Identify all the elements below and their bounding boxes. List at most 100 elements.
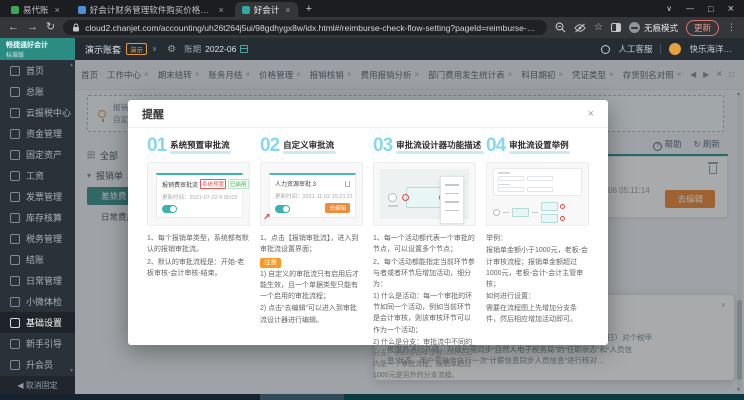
period-picker[interactable]: 账期 2022-06: [184, 43, 248, 55]
note-tag: 注意: [260, 258, 281, 268]
mock-activity-node: [406, 187, 443, 208]
step-text: 举例：: [486, 233, 589, 244]
reload-button[interactable]: ↻: [46, 22, 55, 33]
sidebar-item[interactable]: 日常管理: [0, 270, 75, 291]
sidebar-item[interactable]: 新手引导: [0, 333, 75, 354]
scroll-up-icon[interactable]: ▲: [69, 62, 74, 68]
browser-tab[interactable]: 好会计 ×: [235, 2, 298, 17]
bottom-taskbar-strip: [0, 394, 744, 400]
sidebar-item-icon: [10, 150, 20, 160]
sidebar-item-label: 日常管理: [26, 274, 62, 287]
sidebar-item[interactable]: 固定资产: [0, 144, 75, 165]
avatar[interactable]: [669, 43, 681, 55]
tab-favicon-icon: [78, 6, 86, 14]
sidebar-item-icon: [10, 129, 20, 139]
window-minimize-button[interactable]: —: [686, 4, 694, 13]
sidebar-item[interactable]: 资金管理: [0, 123, 75, 144]
chevron-down-icon: ∨: [152, 45, 157, 53]
modal-title: 提醒: [142, 106, 164, 122]
tab-label: 好会计财务管理软件购买价格页…: [90, 4, 213, 16]
step1-preview-image: 报销费审批流 系统预置 已启用 更新时间：2021-07-22 9:00:02: [147, 162, 250, 226]
tab-menu-icon[interactable]: ∨: [666, 4, 672, 13]
sidebar-item[interactable]: 税务管理: [0, 228, 75, 249]
sidebar-item[interactable]: 工资: [0, 165, 75, 186]
step-number: 04: [486, 138, 505, 154]
sidebar-item-label: 工资: [26, 169, 44, 182]
content: 首页 工作中心 × 期末结转 × 账务月结: [75, 60, 744, 394]
url-text: cloud2.chanjet.com/accounting/uh26t264j5…: [85, 23, 538, 33]
step-title: 系统预置审批流: [170, 139, 230, 154]
update-button[interactable]: 更新: [686, 20, 719, 36]
tab-close-icon[interactable]: ×: [283, 5, 290, 15]
side-panel-icon[interactable]: [611, 23, 621, 32]
zoom-out-icon[interactable]: [555, 22, 566, 33]
period-value: 2022-06: [205, 44, 236, 54]
mock-trash-icon: [345, 181, 350, 187]
sidebar-item-icon: [10, 339, 20, 349]
sidebar-item-label: 库存核算: [26, 211, 62, 224]
sidebar-item[interactable]: 升会员: [0, 354, 75, 375]
step2-preview-image: 人力资源审批 3 更新时间：2021-11-02 15:21:21 去编辑 ↗: [260, 162, 363, 226]
unpin-sidebar-button[interactable]: ◀ 取消固定: [0, 376, 75, 394]
mock-toggle: [275, 205, 290, 213]
step-text: 2、默认的审批流程是：开始-老板审核-会计审核-结束。: [147, 257, 250, 279]
step-text: 2) 什么是分支：审批流中不同的分支，例如报销单金额1000元以内是一个审批流程…: [373, 337, 476, 382]
account-tag: 演示: [126, 43, 147, 55]
sidebar-item-icon: [10, 318, 20, 328]
sidebar-item-icon: [10, 297, 20, 307]
sidebar-item[interactable]: 发票管理: [0, 186, 75, 207]
step-text: 2、每个活动都能指定当前环节参与者或者环节后增加活动，细分为：: [373, 257, 476, 291]
sidebar-item[interactable]: 基础设置: [0, 312, 75, 333]
browser-tab[interactable]: 易代账 ×: [4, 2, 67, 17]
sidebar-item-icon: [10, 87, 20, 97]
calendar-icon: [240, 45, 248, 53]
screen: 易代账 × 好会计财务管理软件购买价格页… × 好会计 × + ∨ —: [0, 0, 744, 400]
step-4: 04 审批流设置举例: [486, 138, 589, 383]
browser-toolbar: ← → ↻ cloud2.chanjet.com/accounting/uh26…: [0, 17, 744, 38]
period-label: 账期: [184, 43, 201, 55]
app-logo-title: 畅捷通好会计: [6, 40, 75, 50]
mock-flow-name: 人力资源审批 3: [275, 179, 316, 188]
browser-menu-icon[interactable]: ⋮: [727, 22, 736, 33]
address-bar[interactable]: cloud2.chanjet.com/accounting/uh26t264j5…: [63, 20, 547, 35]
window-restore-button[interactable]: □: [708, 4, 713, 14]
sidebar-item[interactable]: 结账: [0, 249, 75, 270]
sidebar-item-label: 云报税中心: [26, 106, 71, 119]
settings-gear-icon[interactable]: ⚙: [167, 44, 176, 55]
back-button[interactable]: ←: [8, 22, 19, 33]
mock-toggle: [162, 205, 177, 213]
sidebar-item[interactable]: 库存核算: [0, 207, 75, 228]
bookmark-star-icon[interactable]: ☆: [594, 23, 603, 33]
user-name[interactable]: 快乐海洋…: [689, 43, 732, 55]
step-2: 02 自定义审批流 人力资源审批 3 更新时间：2021-11-02 15:21…: [260, 138, 363, 383]
app-logo: 畅捷通好会计 标准版: [0, 38, 75, 60]
tab-close-icon[interactable]: ×: [53, 5, 60, 15]
headset-icon: [601, 45, 610, 54]
sidebar-item-icon: [10, 213, 20, 223]
sidebar-item[interactable]: 总账: [0, 81, 75, 102]
new-tab-button[interactable]: +: [306, 3, 312, 15]
support-link[interactable]: 人工客服: [618, 43, 652, 55]
step3-preview-image: [373, 162, 476, 226]
red-circle-annotation: [560, 204, 565, 209]
sidebar-item-label: 升会员: [26, 358, 53, 371]
sidebar: 首页 总账 云报税中心 资金管理: [0, 60, 75, 394]
tab-close-icon[interactable]: ×: [217, 5, 224, 15]
mock-flow-card: 报销费审批流 系统预置 已启用 更新时间：2021-07-22 9:00:02: [156, 173, 243, 218]
modal-close-icon[interactable]: ×: [588, 108, 594, 120]
scroll-down-icon[interactable]: ▼: [69, 368, 74, 374]
step-text: 如何进行设置：: [486, 291, 589, 302]
browser-tab[interactable]: 好会计财务管理软件购买价格页… ×: [71, 2, 231, 17]
sidebar-item[interactable]: 云报税中心: [0, 102, 75, 123]
sidebar-item[interactable]: 小微体检: [0, 291, 75, 312]
sidebar-item[interactable]: 首页: [0, 60, 75, 81]
step-text: 1、点击【报销审批流】，进入到审批流设置界面；: [260, 233, 363, 255]
forward-button[interactable]: →: [27, 22, 38, 33]
sidebar-item-label: 结账: [26, 253, 44, 266]
step-number: 03: [373, 138, 392, 154]
step-text: 1、每一个活动都代表一个审批的节点，可以设置多个节点；: [373, 233, 476, 255]
account-selector[interactable]: 演示账套 演示 ∨: [85, 43, 157, 56]
eye-off-icon[interactable]: [574, 23, 586, 33]
red-circle-annotation: [560, 216, 565, 221]
window-close-button[interactable]: ×: [728, 3, 734, 15]
